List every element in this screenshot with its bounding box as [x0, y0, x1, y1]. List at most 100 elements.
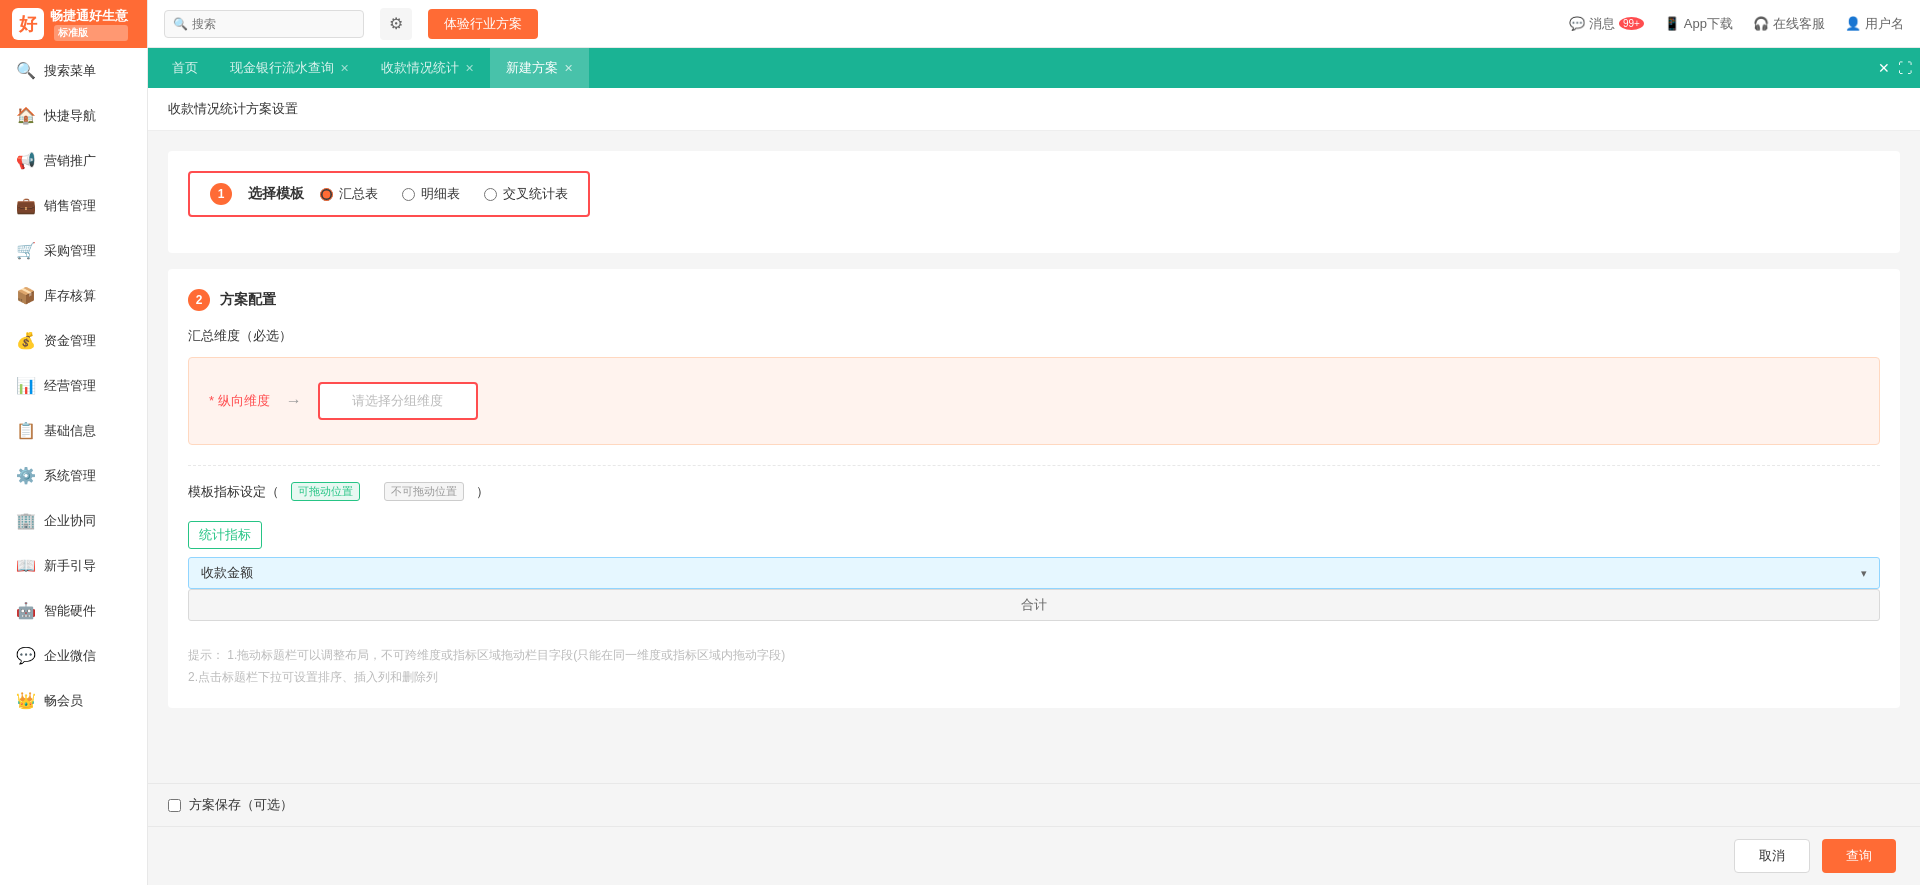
- user-icon: 👤: [1845, 16, 1861, 31]
- sidebar-item-system[interactable]: ⚙️ 系统管理: [0, 453, 147, 498]
- tab-new-plan-label: 新建方案: [506, 59, 558, 77]
- stats-label: 统计指标: [188, 521, 262, 549]
- template-box: 1 选择模板 汇总表 明细表: [188, 171, 590, 217]
- basic-info-icon: 📋: [16, 421, 36, 440]
- tab-receipt-stat-label: 收款情况统计: [381, 59, 459, 77]
- step2-section: 2 方案配置 汇总维度（必选） * 纵向维度 → 请选择分组维度 模板指标设定（: [168, 269, 1900, 708]
- sidebar-item-guide[interactable]: 📖 新手引导: [0, 543, 147, 588]
- message-icon: 💬: [1569, 16, 1585, 31]
- inventory-icon: 📦: [16, 286, 36, 305]
- metric-dropdown-icon[interactable]: ▾: [1861, 567, 1867, 580]
- dimension-input[interactable]: 请选择分组维度: [318, 382, 478, 420]
- tab-bank-flow[interactable]: 现金银行流水查询 ✕: [214, 48, 365, 88]
- sidebar-item-basic-info[interactable]: 📋 基础信息: [0, 408, 147, 453]
- wechat-icon: 💬: [16, 646, 36, 665]
- radio-summary-label: 汇总表: [339, 185, 378, 203]
- metrics-section: 模板指标设定（ 可拖动位置 不可拖动位置 ） 统计指标 收款金额 ▾: [188, 465, 1880, 629]
- sidebar-item-home[interactable]: 🏠 快捷导航: [0, 93, 147, 138]
- radio-detail-input[interactable]: [402, 188, 415, 201]
- metric-item-amount[interactable]: 收款金额 ▾: [188, 557, 1880, 589]
- logo-name: 畅捷通好生意: [50, 7, 128, 25]
- user-area[interactable]: 👤 用户名: [1845, 15, 1904, 33]
- sidebar-label-home: 快捷导航: [44, 107, 96, 125]
- sidebar-label-guide: 新手引导: [44, 557, 96, 575]
- member-icon: 👑: [16, 691, 36, 710]
- radio-summary-input[interactable]: [320, 188, 333, 201]
- footer-bar: 取消 查询: [148, 826, 1920, 885]
- hint-line-2: 2.点击标题栏下拉可设置排序、插入列和删除列: [188, 667, 1880, 689]
- operation-icon: 📊: [16, 376, 36, 395]
- metrics-content: 统计指标 收款金额 ▾ 合计: [188, 513, 1880, 629]
- tab-home[interactable]: 首页: [156, 48, 214, 88]
- sidebar-item-marketing[interactable]: 📢 营销推广: [0, 138, 147, 183]
- sidebar-item-search[interactable]: 🔍 搜索菜单: [0, 48, 147, 93]
- dimension-row: * 纵向维度 → 请选择分组维度: [209, 382, 1859, 420]
- sidebar-item-member[interactable]: 👑 畅会员: [0, 678, 147, 723]
- main-area: 🔍 ⚙ 体验行业方案 💬 消息 99+ 📱 App下载 🎧 在线客服 👤 用户名: [148, 0, 1920, 885]
- service-label: 在线客服: [1773, 15, 1825, 33]
- search-input[interactable]: [192, 17, 332, 31]
- radio-group-template: 汇总表 明细表 交叉统计表: [320, 185, 568, 203]
- sidebar-label-hardware: 智能硬件: [44, 602, 96, 620]
- cancel-button[interactable]: 取消: [1734, 839, 1810, 873]
- tab-new-plan-close[interactable]: ✕: [564, 62, 573, 75]
- message-label: 消息: [1589, 15, 1615, 33]
- metric-amount-name: 收款金额: [201, 564, 253, 582]
- sidebar-item-sales[interactable]: 💼 销售管理: [0, 183, 147, 228]
- hardware-icon: 🤖: [16, 601, 36, 620]
- purchase-icon: 🛒: [16, 241, 36, 260]
- tab-expand-icon[interactable]: ⛶: [1898, 60, 1912, 76]
- tab-close-all-icon[interactable]: ✕: [1878, 60, 1890, 76]
- tab-receipt-stat-close[interactable]: ✕: [465, 62, 474, 75]
- radio-detail[interactable]: 明细表: [402, 185, 460, 203]
- query-button[interactable]: 查询: [1822, 839, 1896, 873]
- gear-button[interactable]: ⚙: [380, 8, 412, 40]
- radio-summary[interactable]: 汇总表: [320, 185, 378, 203]
- sidebar-item-wechat[interactable]: 💬 企业微信: [0, 633, 147, 678]
- content-body: 1 选择模板 汇总表 明细表: [148, 131, 1920, 783]
- step1-header: 1 选择模板 汇总表 明细表: [188, 171, 1880, 217]
- tab-home-label: 首页: [172, 59, 198, 77]
- radio-cross-input[interactable]: [484, 188, 497, 201]
- sidebar-item-operation[interactable]: 📊 经营管理: [0, 363, 147, 408]
- sidebar-item-purchase[interactable]: 🛒 采购管理: [0, 228, 147, 273]
- finance-icon: 💰: [16, 331, 36, 350]
- sidebar-label-system: 系统管理: [44, 467, 96, 485]
- system-icon: ⚙️: [16, 466, 36, 485]
- step1-title: 选择模板: [248, 185, 304, 203]
- service-btn[interactable]: 🎧 在线客服: [1753, 15, 1825, 33]
- hint-line-1: 提示： 1.拖动标题栏可以调整布局，不可跨维度或指标区域拖动栏目字段(只能在同一…: [188, 645, 1880, 667]
- sidebar-label-operation: 经营管理: [44, 377, 96, 395]
- step2-header: 2 方案配置: [188, 289, 1880, 311]
- user-name: 用户名: [1865, 15, 1904, 33]
- draggable-badge: 可拖动位置: [291, 482, 360, 501]
- sidebar-item-corp[interactable]: 🏢 企业协同: [0, 498, 147, 543]
- sidebar-label-finance: 资金管理: [44, 332, 96, 350]
- metrics-header: 模板指标设定（ 可拖动位置 不可拖动位置 ）: [188, 482, 1880, 501]
- arrow-icon: →: [286, 392, 302, 410]
- radio-cross[interactable]: 交叉统计表: [484, 185, 568, 203]
- sidebar-item-hardware[interactable]: 🤖 智能硬件: [0, 588, 147, 633]
- tab-receipt-stat[interactable]: 收款情况统计 ✕: [365, 48, 490, 88]
- tab-new-plan[interactable]: 新建方案 ✕: [490, 48, 589, 88]
- metrics-header-text: 模板指标设定（: [188, 483, 279, 501]
- sidebar-label-basic-info: 基础信息: [44, 422, 96, 440]
- sidebar: 好 畅捷通好生意 标准版 🔍 搜索菜单 🏠 快捷导航 📢 营销推广 💼 销售管理…: [0, 0, 148, 885]
- sidebar-item-inventory[interactable]: 📦 库存核算: [0, 273, 147, 318]
- message-btn[interactable]: 💬 消息 99+: [1569, 15, 1644, 33]
- search-box[interactable]: 🔍: [164, 10, 364, 38]
- dimension-area: * 纵向维度 → 请选择分组维度: [188, 357, 1880, 445]
- tabbar-right: ✕ ⛶: [1878, 60, 1912, 76]
- industry-btn[interactable]: 体验行业方案: [428, 9, 538, 39]
- sidebar-item-finance[interactable]: 💰 资金管理: [0, 318, 147, 363]
- topbar: 🔍 ⚙ 体验行业方案 💬 消息 99+ 📱 App下载 🎧 在线客服 👤 用户名: [148, 0, 1920, 48]
- sidebar-label-inventory: 库存核算: [44, 287, 96, 305]
- tab-bank-flow-close[interactable]: ✕: [340, 62, 349, 75]
- save-checkbox[interactable]: [168, 799, 181, 812]
- metrics-grid: 收款金额 ▾ 合计: [188, 557, 1880, 621]
- sidebar-logo: 好 畅捷通好生意 标准版: [0, 0, 147, 48]
- download-btn[interactable]: 📱 App下载: [1664, 15, 1733, 33]
- home-icon: 🏠: [16, 106, 36, 125]
- sidebar-label-wechat: 企业微信: [44, 647, 96, 665]
- step2-num: 2: [188, 289, 210, 311]
